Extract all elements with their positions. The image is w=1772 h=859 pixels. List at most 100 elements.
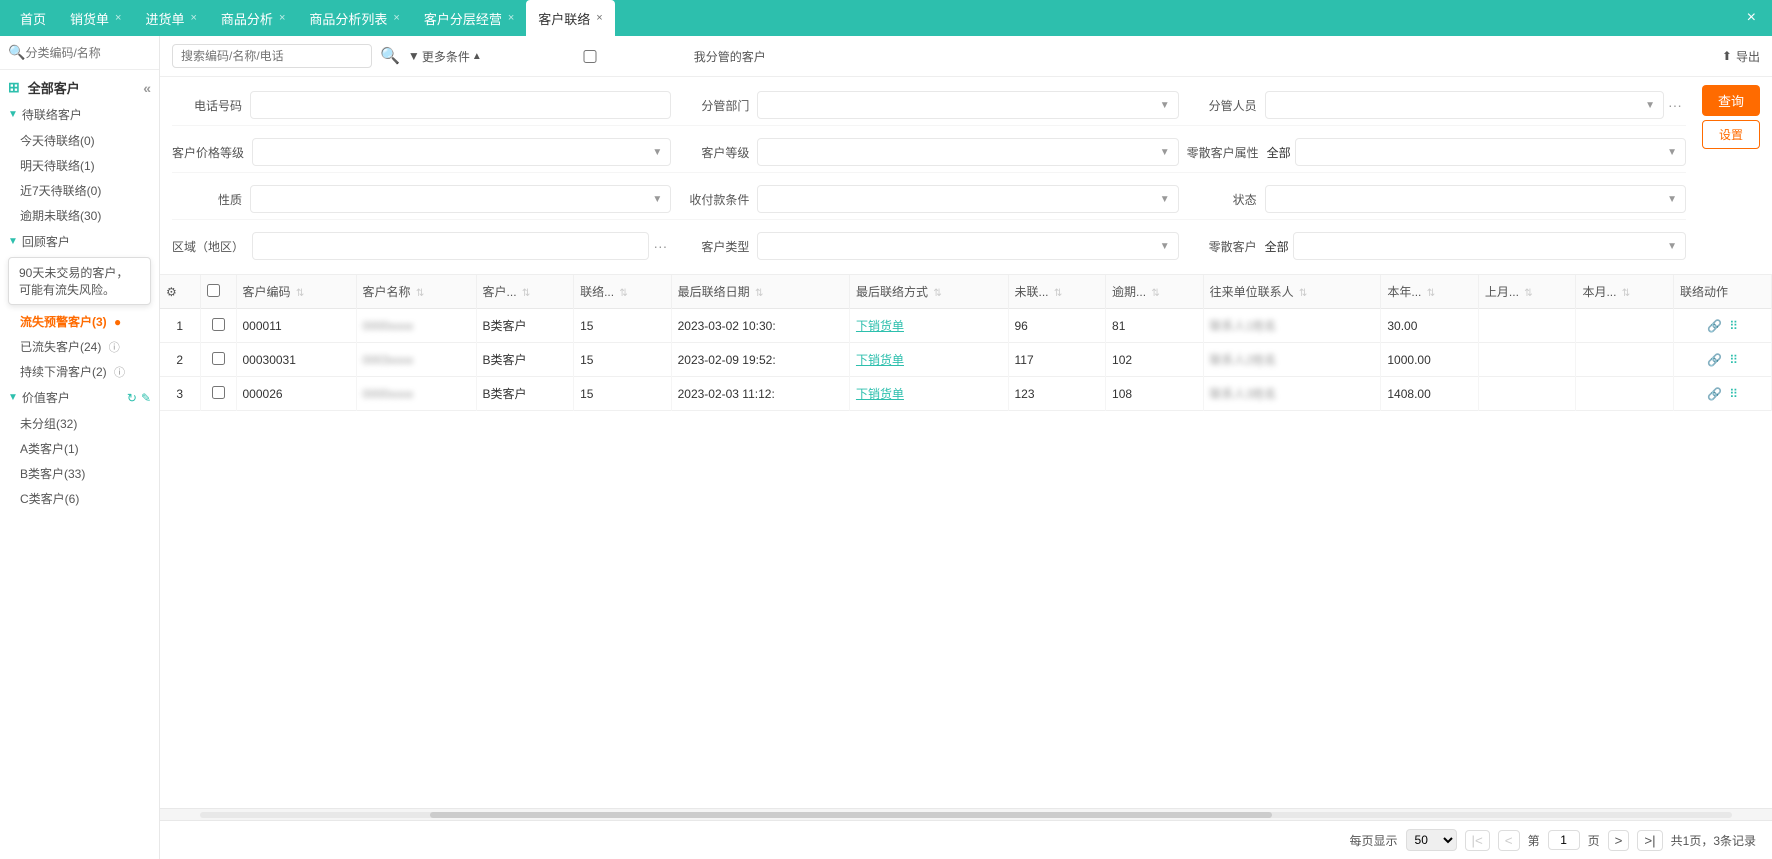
row-last-method[interactable]: 下销货单 (849, 309, 1008, 343)
filter-person: 分管人员 ▼ ··· (1187, 91, 1686, 119)
search-input[interactable] (172, 44, 372, 68)
last-page-button[interactable]: >| (1637, 830, 1662, 851)
nav-customer-tier[interactable]: 客户分层经营 × (412, 0, 526, 36)
action-link-icon[interactable]: 🔗 (1707, 387, 1722, 401)
row-name: 0000xxxx (356, 377, 476, 411)
nav-analysis-list[interactable]: 商品分析列表 × (297, 0, 411, 36)
nav-analysis[interactable]: 商品分析 × (209, 0, 297, 36)
main-layout: 🔍 ⊞ 全部客户 « ▼ 待联络客户 今天待联络(0) 明天待联络(1) 近7天… (0, 36, 1772, 859)
status-select[interactable]: ▼ (1265, 185, 1686, 213)
per-page-select[interactable]: 50 100 200 (1406, 829, 1457, 851)
action-link-icon[interactable]: 🔗 (1707, 353, 1722, 367)
th-name: 客户名称 ⇅ (356, 275, 476, 309)
filter-zero-attr: 零散客户属性 全部 ▼ (1187, 138, 1686, 166)
th-contact-person: 往来单位联系人 ⇅ (1203, 275, 1381, 309)
sidebar-item-7days[interactable]: 近7天待联络(0) (0, 178, 159, 203)
sidebar-item-a-class[interactable]: A类客户(1) (0, 436, 159, 461)
action-more-icon[interactable]: ⠿ (1729, 387, 1738, 401)
zero-attr-select[interactable]: ▼ (1295, 138, 1686, 166)
row-checkbox[interactable] (200, 377, 236, 411)
dept-select[interactable]: ▼ (757, 91, 1178, 119)
row-contact-person: 联系人3姓名 (1203, 377, 1381, 411)
close-sales-icon[interactable]: × (115, 12, 121, 24)
row-last-date: 2023-03-02 10:30: (671, 309, 849, 343)
row-unlisted: 96 (1008, 309, 1106, 343)
region-input[interactable] (252, 232, 649, 260)
edit-icon[interactable]: ✎ (141, 391, 151, 405)
nature-select[interactable]: ▼ (250, 185, 671, 213)
first-page-button[interactable]: |< (1465, 830, 1490, 851)
row-checkbox[interactable] (200, 343, 236, 377)
price-level-select[interactable]: ▼ (252, 138, 671, 166)
search-button[interactable]: 🔍 (380, 46, 400, 66)
sidebar-item-today[interactable]: 今天待联络(0) (0, 128, 159, 153)
close-analysis-icon[interactable]: × (279, 12, 285, 24)
sidebar-group-value[interactable]: ▼ 价值客户 ↻ ✎ (0, 384, 159, 411)
person-ellipsis-button[interactable]: ··· (1664, 97, 1686, 113)
close-customer-tier-icon[interactable]: × (508, 12, 514, 24)
horizontal-scrollbar[interactable] (160, 808, 1772, 820)
sidebar-collapse-button[interactable]: « (143, 80, 151, 96)
sidebar-group-review[interactable]: ▼ 回顾客户 (0, 228, 159, 255)
nav-customer-contact[interactable]: 客户联络 × (526, 0, 614, 36)
more-conditions-button[interactable]: ▼ 更多条件 ▲ (408, 48, 482, 65)
query-button[interactable]: 查询 (1702, 85, 1760, 116)
dept-arrow-icon: ▼ (1160, 100, 1170, 111)
table-row: 2 00030031 0003xxxx B类客户 15 2023-02-09 1… (160, 343, 1772, 377)
action-more-icon[interactable]: ⠿ (1729, 319, 1738, 333)
row-actions[interactable]: 🔗 ⠿ (1673, 309, 1771, 343)
row-last-method[interactable]: 下销货单 (849, 377, 1008, 411)
sidebar-item-ungrouped[interactable]: 未分组(32) (0, 411, 159, 436)
th-settings[interactable]: ⚙ (160, 275, 200, 309)
nav-sales[interactable]: 销货单 × (58, 0, 133, 36)
sidebar-group-pending[interactable]: ▼ 待联络客户 (0, 101, 159, 128)
sidebar-item-c-class[interactable]: C类客户(6) (0, 486, 159, 511)
next-page-button[interactable]: > (1608, 830, 1630, 851)
row-actions[interactable]: 🔗 ⠿ (1673, 343, 1771, 377)
sidebar-item-churned[interactable]: 已流失客户(24) ⓘ (0, 334, 159, 359)
nav-purchase[interactable]: 进货单 × (133, 0, 208, 36)
sidebar-item-churn-warning[interactable]: 流失预警客户(3) ● (0, 309, 159, 334)
sidebar-item-tomorrow[interactable]: 明天待联络(1) (0, 153, 159, 178)
sidebar-search-input[interactable] (25, 46, 160, 60)
person-select[interactable]: ▼ (1265, 91, 1664, 119)
row-code: 00030031 (236, 343, 356, 377)
row-checkbox[interactable] (200, 309, 236, 343)
select-all-checkbox[interactable] (207, 284, 220, 297)
sort-icon-10: ⇅ (1427, 288, 1435, 299)
zero-customer-select[interactable]: ▼ (1293, 232, 1686, 260)
nav-home[interactable]: 首页 (8, 0, 58, 36)
prev-page-button[interactable]: < (1498, 830, 1520, 851)
sort-icon-7: ⇅ (1054, 288, 1062, 299)
my-customers-checkbox[interactable] (490, 50, 690, 63)
close-analysis-list-icon[interactable]: × (393, 12, 399, 24)
filter-nature: 性质 ▼ (172, 185, 671, 213)
filter-row-2: 客户价格等级 ▼ 客户等级 ▼ (172, 132, 1686, 173)
setting-button[interactable]: 设置 (1702, 120, 1760, 149)
action-more-icon[interactable]: ⠿ (1729, 353, 1738, 367)
filter-customer-type: 客户类型 ▼ (679, 232, 1178, 260)
page-number-input[interactable] (1548, 830, 1580, 850)
th-this-month: 本月... ⇅ (1576, 275, 1674, 309)
region-ellipsis-button[interactable]: ··· (649, 238, 671, 254)
row-last-method[interactable]: 下销货单 (849, 343, 1008, 377)
phone-input[interactable] (250, 91, 671, 119)
my-customers-checkbox-label[interactable]: 我分管的客户 (490, 48, 766, 65)
close-customer-contact-icon[interactable]: × (596, 12, 602, 24)
close-all-button[interactable]: × (1739, 9, 1764, 27)
sidebar-item-declining[interactable]: 持续下滑客户(2) ⓘ (0, 359, 159, 384)
action-link-icon[interactable]: 🔗 (1707, 319, 1722, 333)
refresh-icon[interactable]: ↻ (127, 391, 137, 405)
scrollbar-thumb[interactable] (430, 812, 1273, 818)
close-purchase-icon[interactable]: × (190, 12, 196, 24)
customer-level-select[interactable]: ▼ (757, 138, 1178, 166)
export-button[interactable]: ⬆ 导出 (1722, 48, 1760, 65)
row-actions[interactable]: 🔗 ⠿ (1673, 377, 1771, 411)
sidebar-item-b-class[interactable]: B类客户(33) (0, 461, 159, 486)
arrow-down-icon: ▼ (8, 109, 18, 120)
payment-select[interactable]: ▼ (757, 185, 1178, 213)
customer-type-select[interactable]: ▼ (757, 232, 1178, 260)
th-checkbox[interactable] (200, 275, 236, 309)
th-last-month: 上月... ⇅ (1478, 275, 1576, 309)
sidebar-item-overdue[interactable]: 逾期未联络(30) (0, 203, 159, 228)
